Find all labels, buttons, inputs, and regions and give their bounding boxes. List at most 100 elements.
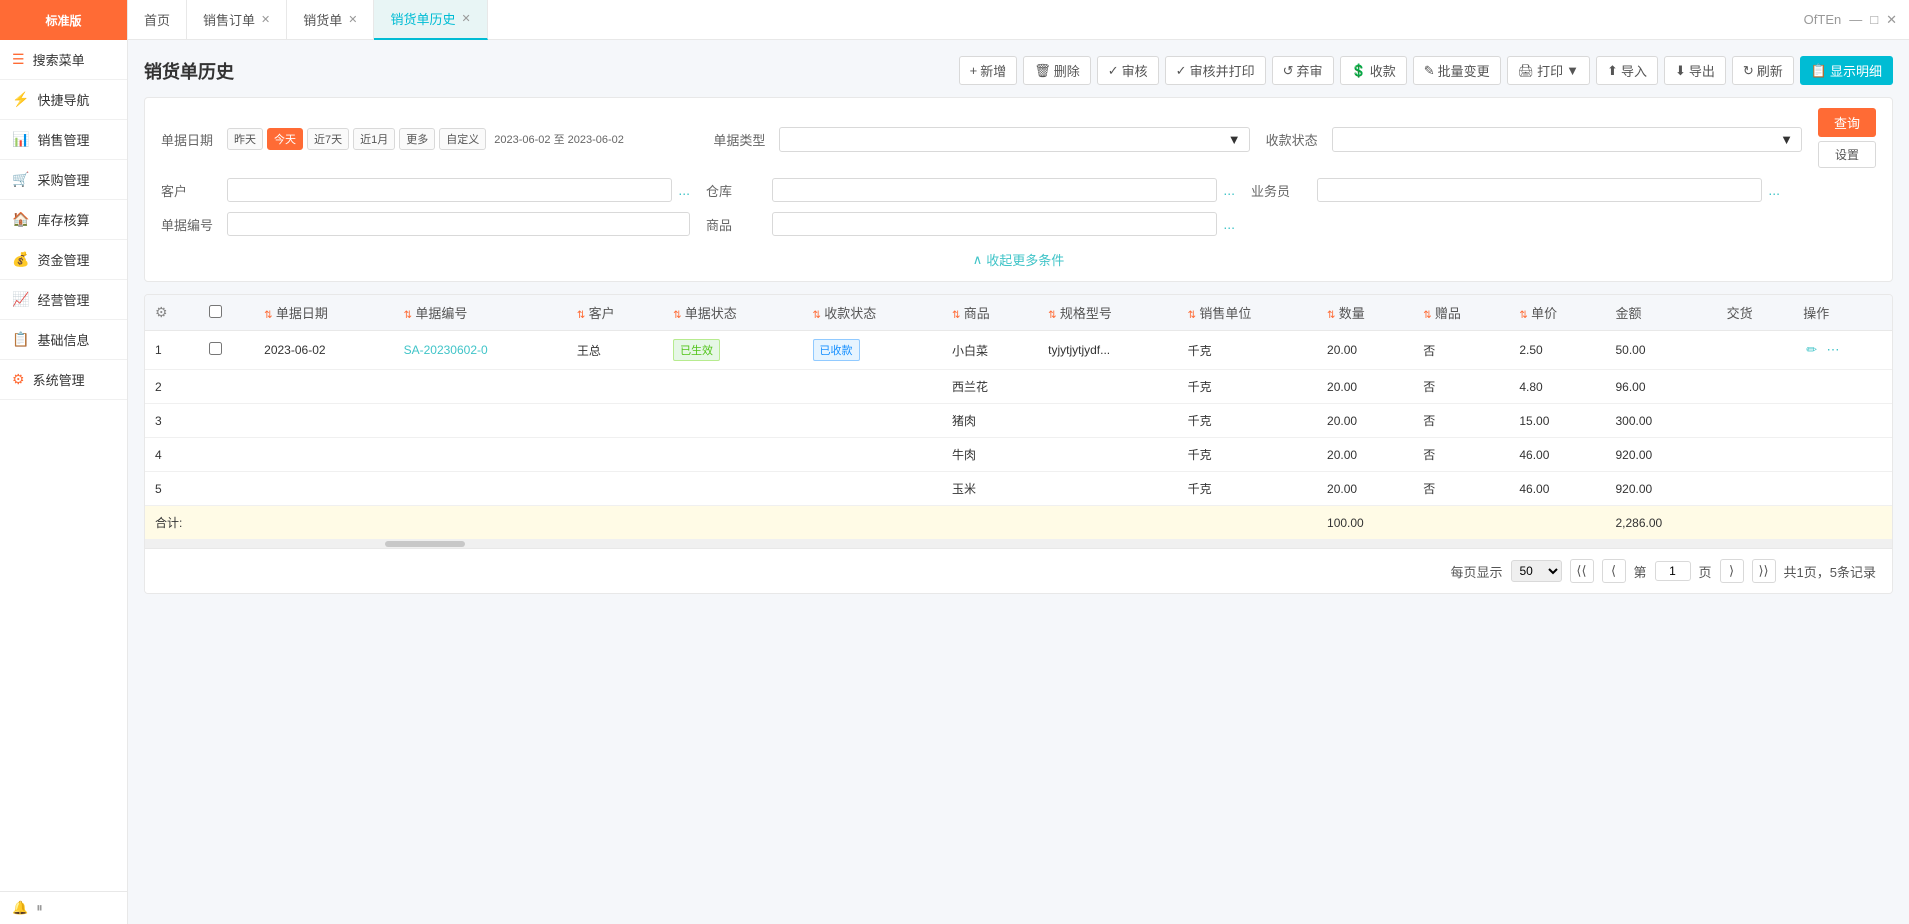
sort-icon[interactable]: ⇅ [264, 310, 272, 321]
collapse-row[interactable]: ∧ 收起更多条件 [161, 246, 1876, 269]
date-btn-custom[interactable]: 自定义 [439, 128, 486, 150]
select-all-checkbox[interactable] [209, 305, 222, 318]
date-btn-7days[interactable]: 近7天 [307, 128, 349, 150]
date-btn-today[interactable]: 今天 [267, 128, 303, 150]
date-btn-more[interactable]: 更多 [399, 128, 435, 150]
filter-customer-item: 客户 ... [161, 178, 690, 202]
doc-type-arrow-icon: ▼ [1228, 132, 1241, 147]
quick-nav-icon: ⚡ [12, 91, 29, 108]
close-sales-goods-icon[interactable]: ✕ [348, 13, 357, 26]
scroll-thumb[interactable] [385, 541, 465, 547]
page-size-select[interactable]: 50 20 100 [1511, 560, 1562, 582]
sidebar-item-sales-mgmt[interactable]: 📊 销售管理 [0, 120, 127, 160]
customer-input[interactable] [227, 178, 672, 202]
settings-button[interactable]: 设置 [1818, 141, 1876, 168]
audit-button[interactable]: ✓ 审核 [1097, 56, 1159, 85]
sort-icon[interactable]: ⇅ [404, 310, 412, 321]
sort-icon[interactable]: ⇅ [1188, 310, 1196, 321]
show-detail-button[interactable]: 📋 显示明细 [1800, 56, 1893, 85]
print-arrow-icon: ▼ [1566, 63, 1579, 78]
print-button[interactable]: 🖨 打印 ▼ [1507, 56, 1590, 85]
cell-doc-no [394, 404, 567, 438]
next-page-button[interactable]: ⟩ [1720, 559, 1744, 583]
cell-unit-price: 15.00 [1509, 404, 1605, 438]
close-sales-history-icon[interactable]: ✕ [462, 12, 471, 25]
sort-icon[interactable]: ⇅ [1327, 310, 1335, 321]
import-label: 导入 [1621, 61, 1647, 80]
sidebar-item-purchase-mgmt[interactable]: 🛒 采购管理 [0, 160, 127, 200]
payment-status-select[interactable]: ▼ [1332, 127, 1802, 152]
table-header-row: ⚙ ⇅ 单据日期 ⇅ 单据编号 ⇅ 客户 ⇅ 单据状态 ⇅ 收款状态 ⇅ 商品 … [145, 295, 1892, 331]
cell-doc-no[interactable]: SA-20230602-0 [394, 331, 567, 370]
sidebar-item-finance-mgmt[interactable]: 💰 资金管理 [0, 240, 127, 280]
summary-empty [254, 506, 1317, 540]
date-btn-1month[interactable]: 近1月 [353, 128, 395, 150]
total-info: 共1页，5条记录 [1784, 562, 1876, 581]
batch-change-button[interactable]: ✎ 批量变更 [1413, 56, 1501, 85]
new-button[interactable]: + 新增 [959, 56, 1018, 85]
goods-ellipsis-icon[interactable]: ... [1223, 216, 1235, 232]
filter-goods-item: 商品 ... [706, 212, 1235, 236]
sort-icon[interactable]: ⇅ [673, 310, 681, 321]
tab-home[interactable]: 首页 [128, 0, 187, 40]
sidebar-item-system-mgmt[interactable]: ⚙ 系统管理 [0, 360, 127, 400]
sidebar-item-basic-info[interactable]: 📋 基础信息 [0, 320, 127, 360]
filter-salesperson-item: 业务员 ... [1251, 178, 1780, 202]
notification-icon[interactable]: 🔔 [12, 900, 28, 916]
sidebar-item-quick-nav[interactable]: ⚡ 快捷导航 [0, 80, 127, 120]
doc-type-select[interactable]: ▼ [779, 127, 1249, 152]
horizontal-scrollbar[interactable] [145, 540, 1892, 548]
tab-sales-goods[interactable]: 销货单 ✕ [287, 0, 374, 40]
sort-icon[interactable]: ⇅ [577, 310, 585, 321]
sort-icon[interactable]: ⇅ [1048, 310, 1056, 321]
tab-sales-order[interactable]: 销售订单 ✕ [187, 0, 287, 40]
abandon-button[interactable]: ↺ 弃审 [1272, 56, 1334, 85]
doc-no-input[interactable] [227, 212, 690, 236]
gear-icon[interactable]: ⚙ [155, 304, 168, 320]
customer-ellipsis-icon[interactable]: ... [678, 182, 690, 198]
sidebar-item-operations-mgmt[interactable]: 📈 经营管理 [0, 280, 127, 320]
prev-page-button[interactable]: ⟨ [1602, 559, 1626, 583]
audit-print-button[interactable]: ✓ 审核并打印 [1165, 56, 1266, 85]
last-page-button[interactable]: ⟩⟩ [1752, 559, 1776, 583]
goods-input[interactable] [772, 212, 1217, 236]
row-checkbox[interactable] [209, 342, 222, 355]
warehouse-input[interactable] [772, 178, 1217, 202]
warehouse-ellipsis-icon[interactable]: ... [1223, 182, 1235, 198]
sort-icon[interactable]: ⇅ [813, 310, 821, 321]
salesperson-input[interactable] [1317, 178, 1762, 202]
minimize-icon[interactable]: — [1849, 12, 1862, 27]
window-close-icon[interactable]: ✕ [1886, 12, 1897, 28]
audit-icon: ✓ [1108, 63, 1119, 79]
first-page-button[interactable]: ⟨⟨ [1570, 559, 1594, 583]
sort-icon[interactable]: ⇅ [1423, 310, 1431, 321]
finance-mgmt-icon: 💰 [12, 251, 29, 268]
sort-icon[interactable]: ⇅ [952, 310, 960, 321]
edit-icon[interactable]: ✏ [1806, 342, 1817, 357]
delete-button[interactable]: 🗑 删除 [1023, 56, 1091, 85]
salesperson-ellipsis-icon[interactable]: ... [1768, 182, 1780, 198]
cell-payment-status [803, 438, 942, 472]
sidebar-bottom[interactable]: 🔔 ⏸ [0, 891, 127, 924]
export-button[interactable]: ⬇ 导出 [1664, 56, 1726, 85]
payment-status-label: 收款状态 [1266, 130, 1326, 149]
sidebar-item-search-menu[interactable]: ☰ 搜索菜单 [0, 40, 127, 80]
sort-icon[interactable]: ⇅ [1519, 310, 1527, 321]
tab-sales-history[interactable]: 销货单历史 ✕ [374, 0, 487, 40]
more-icon[interactable]: ⋯ [1826, 342, 1839, 357]
collect-button[interactable]: 💲 收款 [1340, 56, 1407, 85]
inventory-icon: 🏠 [12, 211, 29, 228]
maximize-icon[interactable]: □ [1870, 12, 1878, 27]
date-btn-yesterday[interactable]: 昨天 [227, 128, 263, 150]
import-button[interactable]: ⬆ 导入 [1596, 56, 1658, 85]
query-button[interactable]: 查询 [1818, 108, 1876, 137]
cell-trade [1717, 438, 1794, 472]
refresh-button[interactable]: ↻ 刷新 [1732, 56, 1794, 85]
cell-unit-price: 46.00 [1509, 438, 1605, 472]
close-sales-order-icon[interactable]: ✕ [261, 13, 270, 26]
sidebar-item-inventory[interactable]: 🏠 库存核算 [0, 200, 127, 240]
cell-trade [1717, 472, 1794, 506]
page-number-input[interactable] [1655, 561, 1691, 581]
col-gear[interactable]: ⚙ [145, 295, 199, 331]
pause-icon[interactable]: ⏸ [36, 900, 43, 916]
